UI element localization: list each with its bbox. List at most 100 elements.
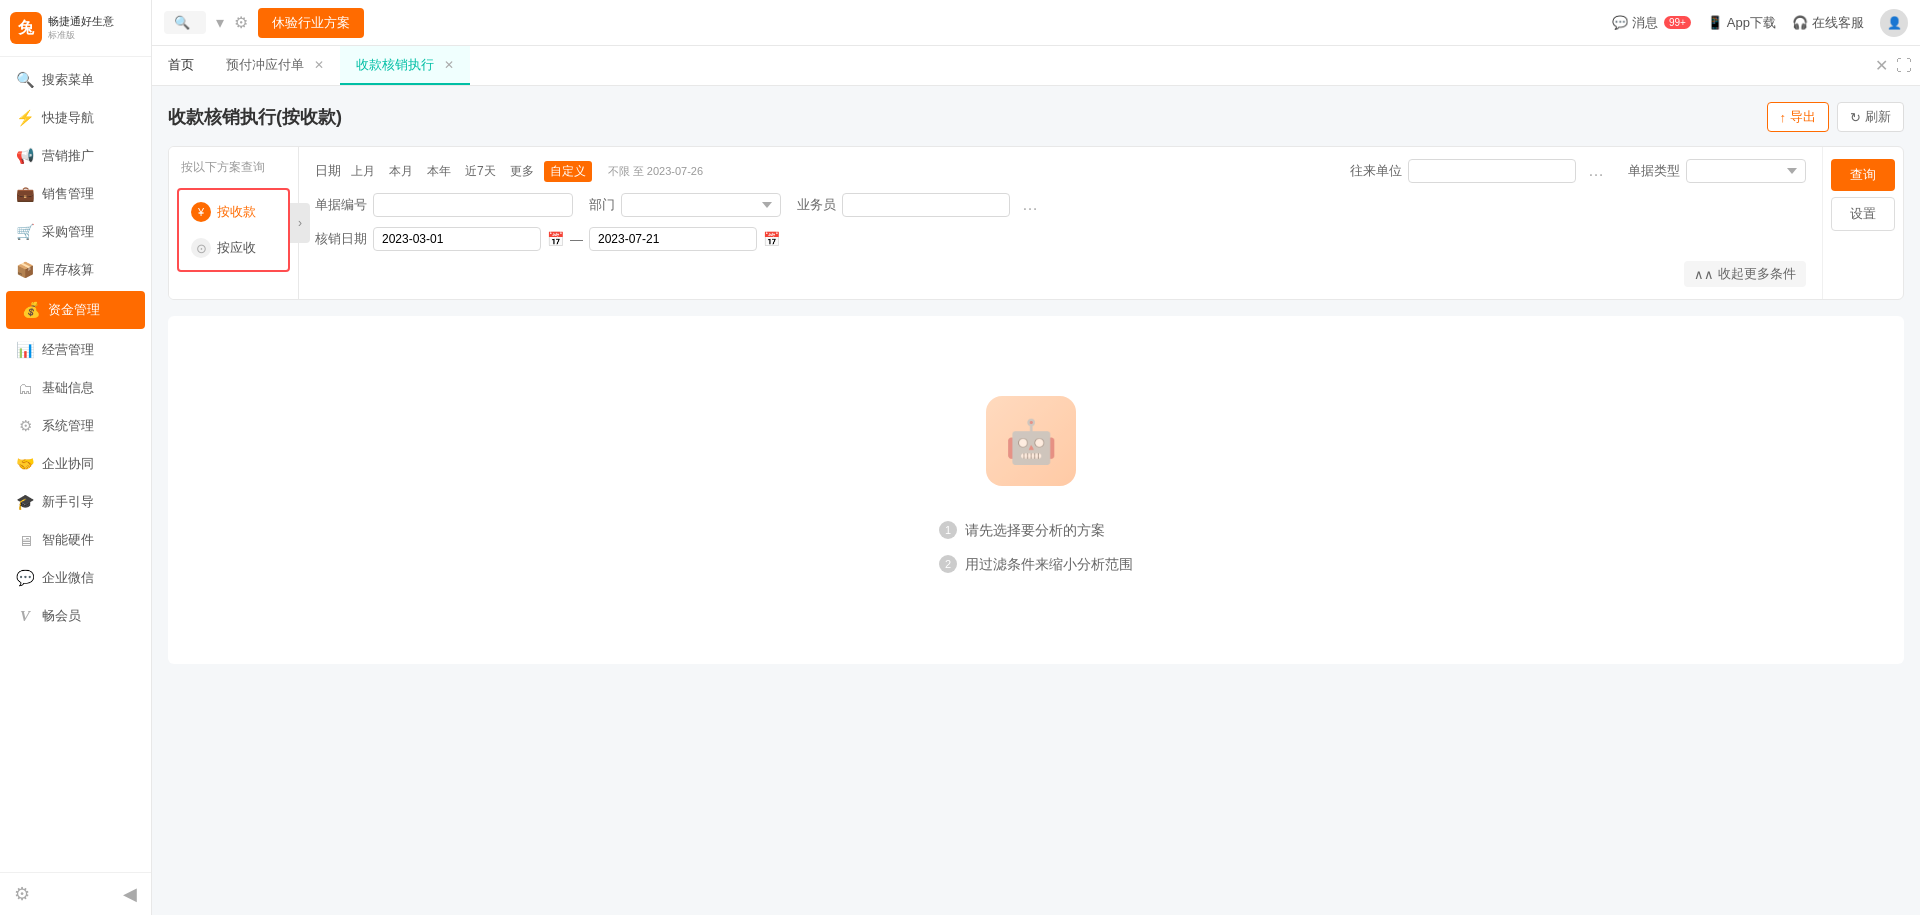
filter-option-by-receipt[interactable]: ¥ 按收款 — [179, 194, 288, 230]
date-btn-7days[interactable]: 近7天 — [461, 161, 500, 182]
logo-icon: 兔 — [10, 12, 42, 44]
query-button[interactable]: 查询 — [1831, 159, 1895, 191]
sidebar-item-label: 营销推广 — [42, 147, 94, 165]
verify-date-label: 核销日期 — [315, 230, 367, 248]
sidebar-item-label: 库存核算 — [42, 261, 94, 279]
tab-payment-verify-close[interactable]: ✕ — [444, 58, 454, 72]
empty-tip-1: 1 请先选择要分析的方案 — [939, 516, 1133, 544]
date-btn-this-year[interactable]: 本年 — [423, 161, 455, 182]
filter-row-1: 日期 上月 本月 本年 近7天 更多 自定义 不限 至 2023-07-26 — [315, 159, 1806, 183]
cart-icon: 🛒 — [16, 223, 34, 241]
tip-number-2: 2 — [939, 555, 957, 573]
staff-input[interactable] — [842, 193, 1010, 217]
staff-ellipsis-button[interactable]: … — [1016, 194, 1046, 216]
folder-icon: 🗂 — [16, 380, 34, 397]
sidebar-navigation: 🔍 搜索菜单 ⚡ 快捷导航 📢 营销推广 💼 销售管理 🛒 采购管理 📦 库存核… — [0, 57, 151, 872]
topbar-gear-icon[interactable]: ⚙ — [234, 13, 248, 32]
sidebar-item-sales[interactable]: 💼 销售管理 — [0, 175, 151, 213]
date-field: 日期 上月 本月 本年 近7天 更多 自定义 — [315, 161, 592, 182]
settings-bottom-icon[interactable]: ⚙ — [14, 883, 30, 905]
search-text-icon: 🔍 — [174, 15, 190, 30]
date-btn-last-month[interactable]: 上月 — [347, 161, 379, 182]
sidebar-item-purchase[interactable]: 🛒 采购管理 — [0, 213, 151, 251]
topbar-search[interactable]: 🔍 — [164, 11, 206, 34]
refresh-button[interactable]: ↻ 刷新 — [1837, 102, 1904, 132]
sidebar-item-operations[interactable]: 📊 经营管理 — [0, 331, 151, 369]
phone-icon: 📱 — [1707, 15, 1723, 30]
handshake-icon: 🤝 — [16, 455, 34, 473]
sidebar-item-finance[interactable]: 💰 资金管理 — [6, 291, 145, 329]
sidebar-item-marketing[interactable]: 📢 营销推广 — [0, 137, 151, 175]
export-icon: ↑ — [1780, 110, 1787, 125]
verify-date-start-input[interactable] — [373, 227, 541, 251]
tab-home[interactable]: 首页 — [152, 46, 210, 85]
tab-payment-verify[interactable]: 收款核销执行 ✕ — [340, 46, 470, 85]
empty-robot-icon — [986, 396, 1076, 486]
logo-area: 兔 畅捷通好生意 标准版 — [0, 0, 151, 57]
sidebar-item-guide[interactable]: 🎓 新手引导 — [0, 483, 151, 521]
empty-tip-2: 2 用过滤条件来缩小分析范围 — [939, 550, 1133, 578]
user-avatar[interactable]: 👤 — [1880, 9, 1908, 37]
sidebar-item-member[interactable]: V 畅会员 — [0, 597, 151, 635]
sidebar-item-wechat[interactable]: 💬 企业微信 — [0, 559, 151, 597]
collapse-sidebar-icon[interactable]: ◀ — [123, 883, 137, 905]
sidebar-item-hardware[interactable]: 🖥 智能硬件 — [0, 521, 151, 559]
department-select[interactable] — [621, 193, 781, 217]
tab-prepayment-label: 预付冲应付单 — [226, 56, 304, 74]
sidebar-item-shortcuts[interactable]: ⚡ 快捷导航 — [0, 99, 151, 137]
doc-type-select[interactable] — [1686, 159, 1806, 183]
filter-option-by-receivable[interactable]: ⊙ 按应收 — [179, 230, 288, 266]
verify-date-end-input[interactable] — [589, 227, 757, 251]
online-service-button[interactable]: 🎧 在线客服 — [1792, 14, 1864, 32]
collapse-conditions-button[interactable]: ∧∧ 收起更多条件 — [1684, 261, 1806, 287]
topbar-left: 🔍 ▾ ⚙ 休验行业方案 — [164, 8, 364, 38]
app-download-button[interactable]: 📱 App下载 — [1707, 14, 1776, 32]
counterparty-input[interactable] — [1408, 159, 1576, 183]
sidebar-item-system[interactable]: ⚙ 系统管理 — [0, 407, 151, 445]
tab-maximize-icon[interactable]: ⛶ — [1896, 57, 1912, 75]
message-icon: 💬 — [1612, 15, 1628, 30]
counterparty-ellipsis-button[interactable]: … — [1582, 160, 1612, 182]
date-btn-more[interactable]: 更多 — [506, 161, 538, 182]
filter-scheme-header: 按以下方案查询 — [169, 159, 298, 184]
calendar-start-icon[interactable]: 📅 — [547, 231, 564, 247]
gear-icon: ⚙ — [16, 417, 34, 435]
tabbar: 首页 预付冲应付单 ✕ 收款核销执行 ✕ ✕ ⛶ — [152, 46, 1920, 86]
logo-text: 畅捷通好生意 — [48, 14, 114, 28]
verify-date-range: 📅 — 📅 — [373, 227, 780, 251]
sidebar-item-label: 企业微信 — [42, 569, 94, 587]
page-actions: ↑ 导出 ↻ 刷新 — [1767, 102, 1905, 132]
page-content: 收款核销执行(按收款) ↑ 导出 ↻ 刷新 按以下方案查询 — [152, 86, 1920, 915]
sidebar-item-label: 畅会员 — [42, 607, 81, 625]
date-btn-custom[interactable]: 自定义 — [544, 161, 592, 182]
vip-icon: V — [16, 608, 34, 625]
tab-close-all-icon[interactable]: ✕ — [1875, 56, 1888, 75]
calendar-end-icon[interactable]: 📅 — [763, 231, 780, 247]
tip-number-1: 1 — [939, 521, 957, 539]
sidebar-item-enterprise[interactable]: 🤝 企业协同 — [0, 445, 151, 483]
date-quick-options: 上月 本月 本年 近7天 更多 自定义 — [347, 161, 592, 182]
empty-icon-area — [986, 396, 1086, 496]
doc-type-label: 单据类型 — [1628, 162, 1680, 180]
sidebar-item-inventory[interactable]: 📦 库存核算 — [0, 251, 151, 289]
collapse-filter-sidebar-button[interactable]: › — [290, 203, 310, 243]
tab-prepayment-close[interactable]: ✕ — [314, 58, 324, 72]
empty-state: 1 请先选择要分析的方案 2 用过滤条件来缩小分析范围 — [168, 316, 1904, 664]
date-btn-this-month[interactable]: 本月 — [385, 161, 417, 182]
date-range-dash: — — [570, 232, 583, 247]
doc-no-label: 单据编号 — [315, 196, 367, 214]
filter-form: 日期 上月 本月 本年 近7天 更多 自定义 不限 至 2023-07-26 — [299, 147, 1822, 299]
sidebar: 兔 畅捷通好生意 标准版 🔍 搜索菜单 ⚡ 快捷导航 📢 营销推广 💼 销售管理… — [0, 0, 152, 915]
sidebar-item-search[interactable]: 🔍 搜索菜单 — [0, 61, 151, 99]
doc-no-input[interactable] — [373, 193, 573, 217]
tab-prepayment[interactable]: 预付冲应付单 ✕ — [210, 46, 340, 85]
page-header: 收款核销执行(按收款) ↑ 导出 ↻ 刷新 — [168, 102, 1904, 132]
export-button[interactable]: ↑ 导出 — [1767, 102, 1830, 132]
settings-button[interactable]: 设置 — [1831, 197, 1895, 231]
message-button[interactable]: 💬 消息 99+ — [1612, 14, 1691, 32]
topbar-dropdown-icon[interactable]: ▾ — [216, 13, 224, 32]
industry-solution-button[interactable]: 休验行业方案 — [258, 8, 364, 38]
tab-payment-verify-label: 收款核销执行 — [356, 56, 434, 74]
sidebar-item-basic-info[interactable]: 🗂 基础信息 — [0, 369, 151, 407]
search-icon: 🔍 — [16, 71, 34, 89]
